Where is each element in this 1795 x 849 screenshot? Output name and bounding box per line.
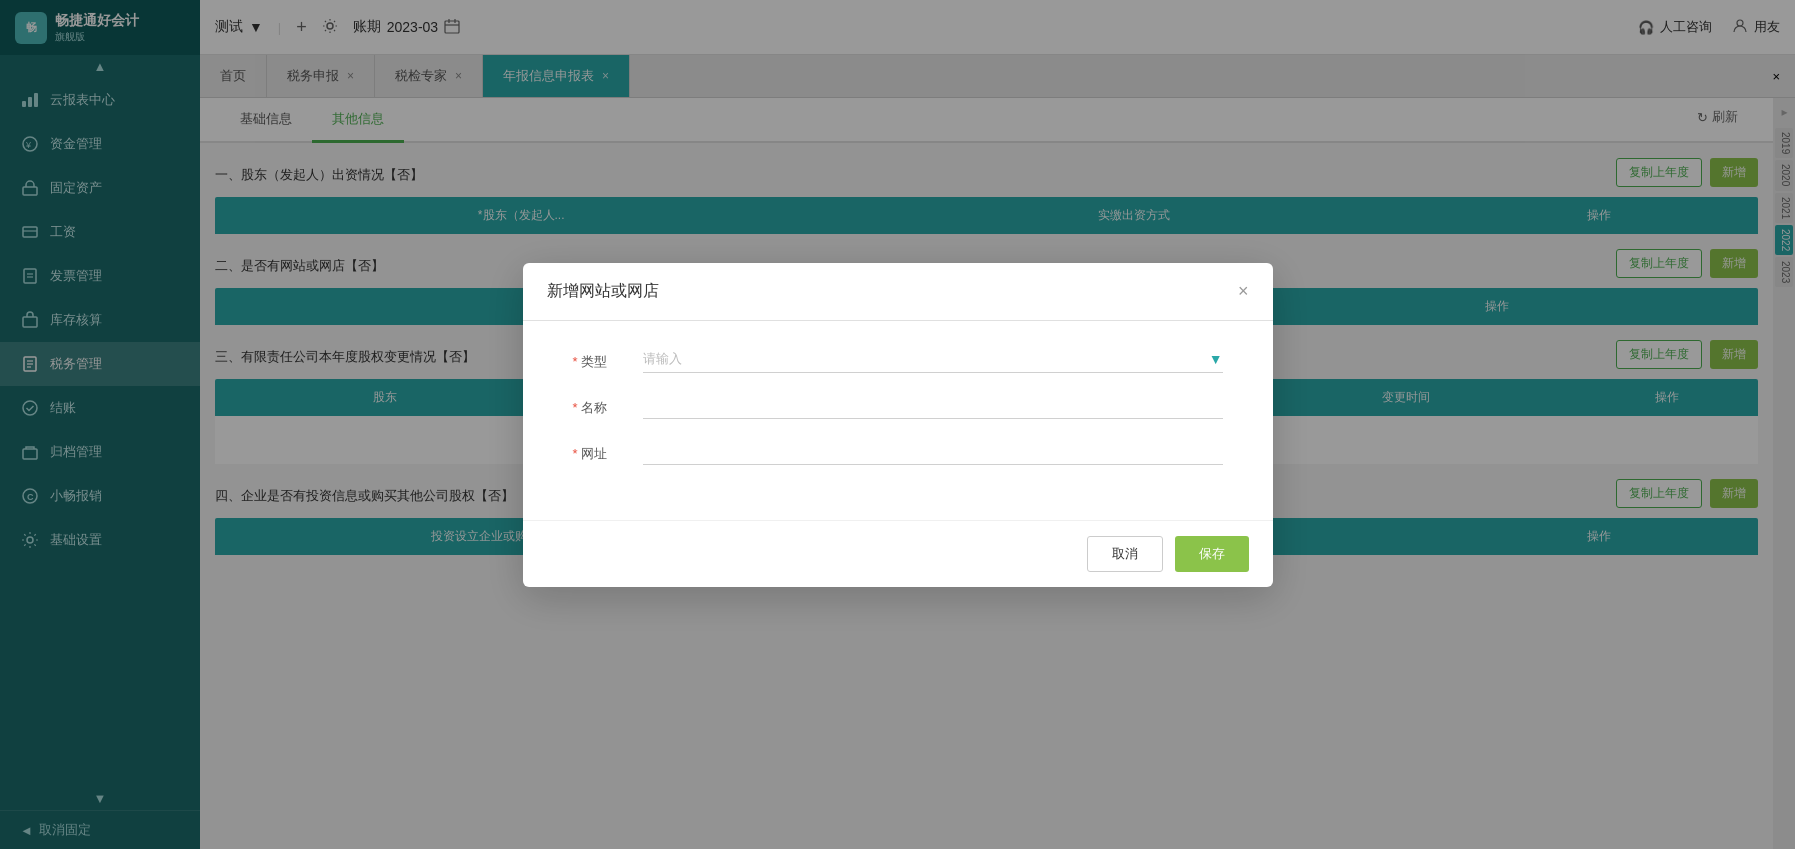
modal-add-website: 新增网站或网店 × * 类型 ▼ * 名称: [523, 263, 1273, 587]
required-asterisk: *: [573, 446, 578, 461]
type-input-wrapper: ▼: [643, 351, 1223, 373]
type-dropdown-arrow[interactable]: ▼: [1209, 351, 1223, 367]
label-text-type: 类型: [581, 354, 607, 369]
url-input-wrapper: [643, 444, 1223, 465]
required-asterisk: *: [573, 354, 578, 369]
modal-close-btn[interactable]: ×: [1238, 281, 1249, 302]
name-input[interactable]: [643, 398, 1223, 413]
form-field-url: * 网址: [573, 444, 1223, 465]
url-input[interactable]: [643, 444, 1223, 459]
modal-save-btn[interactable]: 保存: [1175, 536, 1249, 572]
form-field-name: * 名称: [573, 398, 1223, 419]
modal-body: * 类型 ▼ * 名称 *: [523, 321, 1273, 520]
label-text-name: 名称: [581, 400, 607, 415]
modal-header: 新增网站或网店 ×: [523, 263, 1273, 321]
form-field-type: * 类型 ▼: [573, 351, 1223, 373]
form-label-type: * 类型: [573, 353, 633, 371]
form-label-name: * 名称: [573, 399, 633, 417]
form-label-url: * 网址: [573, 445, 633, 463]
modal-cancel-btn[interactable]: 取消: [1087, 536, 1163, 572]
modal-overlay: 新增网站或网店 × * 类型 ▼ * 名称: [0, 0, 1795, 849]
type-input[interactable]: [643, 351, 1209, 366]
name-input-wrapper: [643, 398, 1223, 419]
modal-title: 新增网站或网店: [547, 281, 659, 302]
label-text-url: 网址: [581, 446, 607, 461]
modal-footer: 取消 保存: [523, 520, 1273, 587]
required-asterisk: *: [573, 400, 578, 415]
